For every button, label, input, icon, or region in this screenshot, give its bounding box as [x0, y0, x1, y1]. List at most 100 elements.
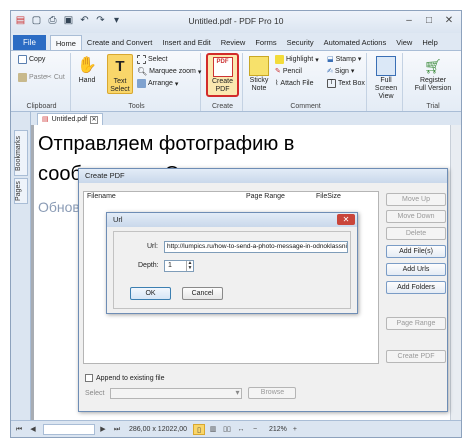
tab-automated-actions[interactable]: Automated Actions	[319, 35, 392, 50]
pencil-icon: ✎	[275, 68, 281, 75]
cancel-button[interactable]: Cancel	[182, 287, 223, 300]
sticky-note-button[interactable]: Sticky Note	[247, 56, 271, 93]
attach-file-button[interactable]: ⌇ Attach File	[275, 79, 314, 88]
cut-label: Cut	[53, 73, 65, 81]
trial-group-label: Trial	[426, 103, 440, 110]
last-page-icon[interactable]: ⏭	[111, 424, 123, 435]
tab-view[interactable]: View	[391, 35, 417, 50]
shopping-cart-icon: 🛒︎	[424, 58, 442, 74]
hand-icon: ✋	[77, 57, 97, 74]
depth-value: 1	[168, 262, 172, 269]
tab-help[interactable]: Help	[417, 35, 442, 50]
tab-forms[interactable]: Forms	[250, 35, 281, 50]
select-icon	[137, 55, 146, 64]
status-bar: ⏮ ◀ ▶ ⏭ 286,00 x 12022,00 ▯ ▥ ▯▯ ↔ − 212…	[11, 420, 461, 437]
text-box-button[interactable]: T Text Box	[327, 79, 365, 88]
select-button[interactable]: Select	[137, 55, 167, 64]
sign-label: Sign	[334, 67, 349, 75]
create-pdf-dialog-title: Create PDF	[79, 169, 447, 183]
single-page-icon[interactable]: ▯	[193, 423, 205, 435]
append-checkbox[interactable]	[85, 374, 93, 382]
url-dialog-title-bar: Url ✕	[107, 213, 357, 227]
select-file-row: Select Browse	[85, 387, 297, 399]
url-input[interactable]: http://lumpics.ru/how-to-send-a-photo-me…	[164, 241, 348, 253]
column-page-range[interactable]: Page Range	[246, 192, 285, 202]
copy-button[interactable]: Copy	[18, 55, 45, 64]
minimize-icon[interactable]: –	[401, 14, 417, 28]
vertical-scrollbar[interactable]	[450, 125, 461, 422]
chevron-down-icon: ▾	[174, 80, 179, 88]
tab-home[interactable]: Home	[49, 35, 82, 50]
stamp-button[interactable]: ⬓ Stamp ▾	[327, 55, 361, 64]
document-tab-label: Untitled.pdf	[51, 116, 88, 123]
full-screen-view-button[interactable]: Full Screen View	[371, 56, 401, 101]
text-select-button[interactable]: T Text Select	[107, 54, 133, 94]
zoom-in-icon[interactable]: +	[289, 424, 301, 435]
arrange-button[interactable]: Arrange ▾	[137, 79, 178, 88]
tab-insert-and-edit[interactable]: Insert and Edit	[157, 35, 215, 50]
marquee-zoom-button[interactable]: 🔍︎ Marquee zoom ▾	[137, 67, 201, 76]
view-group: Full Screen View	[369, 53, 403, 111]
document-tab[interactable]: ▤ Untitled.pdf ✕	[37, 113, 104, 125]
create-pdf-dialog-button[interactable]: Create PDF	[386, 350, 446, 363]
hand-button[interactable]: ✋ Hand	[76, 56, 98, 85]
fit-width-icon[interactable]: ↔	[235, 424, 247, 435]
paste-icon	[18, 73, 27, 82]
page-number-field[interactable]	[43, 423, 95, 435]
copy-icon	[18, 55, 27, 64]
column-filesize[interactable]: FileSize	[316, 192, 341, 202]
ok-button[interactable]: OK	[130, 287, 171, 300]
tab-create-and-convert[interactable]: Create and Convert	[82, 35, 157, 50]
tab-pages[interactable]: Pages	[14, 178, 28, 204]
text-cursor-icon: T	[115, 58, 125, 75]
cursor-coordinates: 286,00 x 12022,00	[129, 425, 187, 433]
text-box-icon: T	[327, 79, 336, 88]
arrange-icon	[137, 79, 146, 88]
paste-button[interactable]: Paste	[18, 73, 47, 82]
chevron-down-icon: ▾	[315, 56, 319, 64]
existing-file-select[interactable]	[110, 387, 243, 399]
url-dialog-frame: Url: http://lumpics.ru/how-to-send-a-pho…	[113, 231, 351, 309]
cut-button[interactable]: ✂ Cut	[46, 73, 65, 82]
page-range-button[interactable]: Page Range	[386, 317, 446, 330]
sticky-note-icon	[249, 56, 269, 76]
column-filename[interactable]: Filename	[87, 192, 116, 202]
facing-pages-icon[interactable]: ▯▯	[221, 424, 233, 435]
move-down-button[interactable]: Move Down	[386, 210, 446, 223]
select-label: Select	[85, 389, 105, 397]
continuous-page-icon[interactable]: ▥	[207, 424, 219, 435]
register-full-version-button[interactable]: 🛒︎ Register Full Version	[407, 56, 459, 93]
spin-arrows-icon[interactable]: ▲ ▼	[186, 261, 193, 271]
next-page-icon[interactable]: ▶	[97, 424, 109, 435]
highlight-button[interactable]: Highlight ▾	[275, 55, 319, 64]
tab-review[interactable]: Review	[216, 35, 251, 50]
add-folders-button[interactable]: Add Folders	[386, 281, 446, 294]
create-pdf-button[interactable]: PDF Create PDF	[206, 53, 239, 97]
sticky-note-label-1: Sticky	[249, 77, 269, 84]
paste-label: Paste	[29, 74, 47, 81]
delete-button[interactable]: Delete	[386, 227, 446, 240]
paperclip-icon: ⌇	[275, 80, 279, 87]
close-icon[interactable]: ✕	[337, 214, 355, 225]
maximize-icon[interactable]: □	[421, 14, 437, 28]
document-heading-line-1: Отправляем фотографию в	[38, 133, 295, 155]
previous-page-icon[interactable]: ◀	[27, 424, 39, 435]
zoom-out-icon[interactable]: −	[249, 424, 261, 435]
first-page-icon[interactable]: ⏮	[13, 424, 25, 435]
depth-stepper[interactable]: 1 ▲ ▼	[164, 260, 194, 272]
close-tab-icon[interactable]: ✕	[90, 115, 99, 124]
pencil-button[interactable]: ✎ Pencil	[275, 67, 302, 76]
tab-file[interactable]: File	[13, 35, 46, 50]
tab-security[interactable]: Security	[282, 35, 319, 50]
highlight-label: Highlight	[286, 56, 314, 63]
add-files-button[interactable]: Add File(s)	[386, 245, 446, 258]
document-subheading: Обнов	[38, 199, 80, 215]
add-urls-button[interactable]: Add Urls	[386, 263, 446, 276]
close-icon[interactable]: ✕	[441, 14, 457, 28]
browse-button[interactable]: Browse	[248, 387, 297, 399]
move-up-button[interactable]: Move Up	[386, 193, 446, 206]
tab-bookmarks[interactable]: Bookmarks	[14, 130, 28, 176]
side-panel-tabs: Bookmarks Pages	[11, 112, 31, 422]
zoom-level[interactable]: 212%	[269, 426, 287, 433]
sign-button[interactable]: ✍ Sign ▾	[327, 67, 354, 76]
